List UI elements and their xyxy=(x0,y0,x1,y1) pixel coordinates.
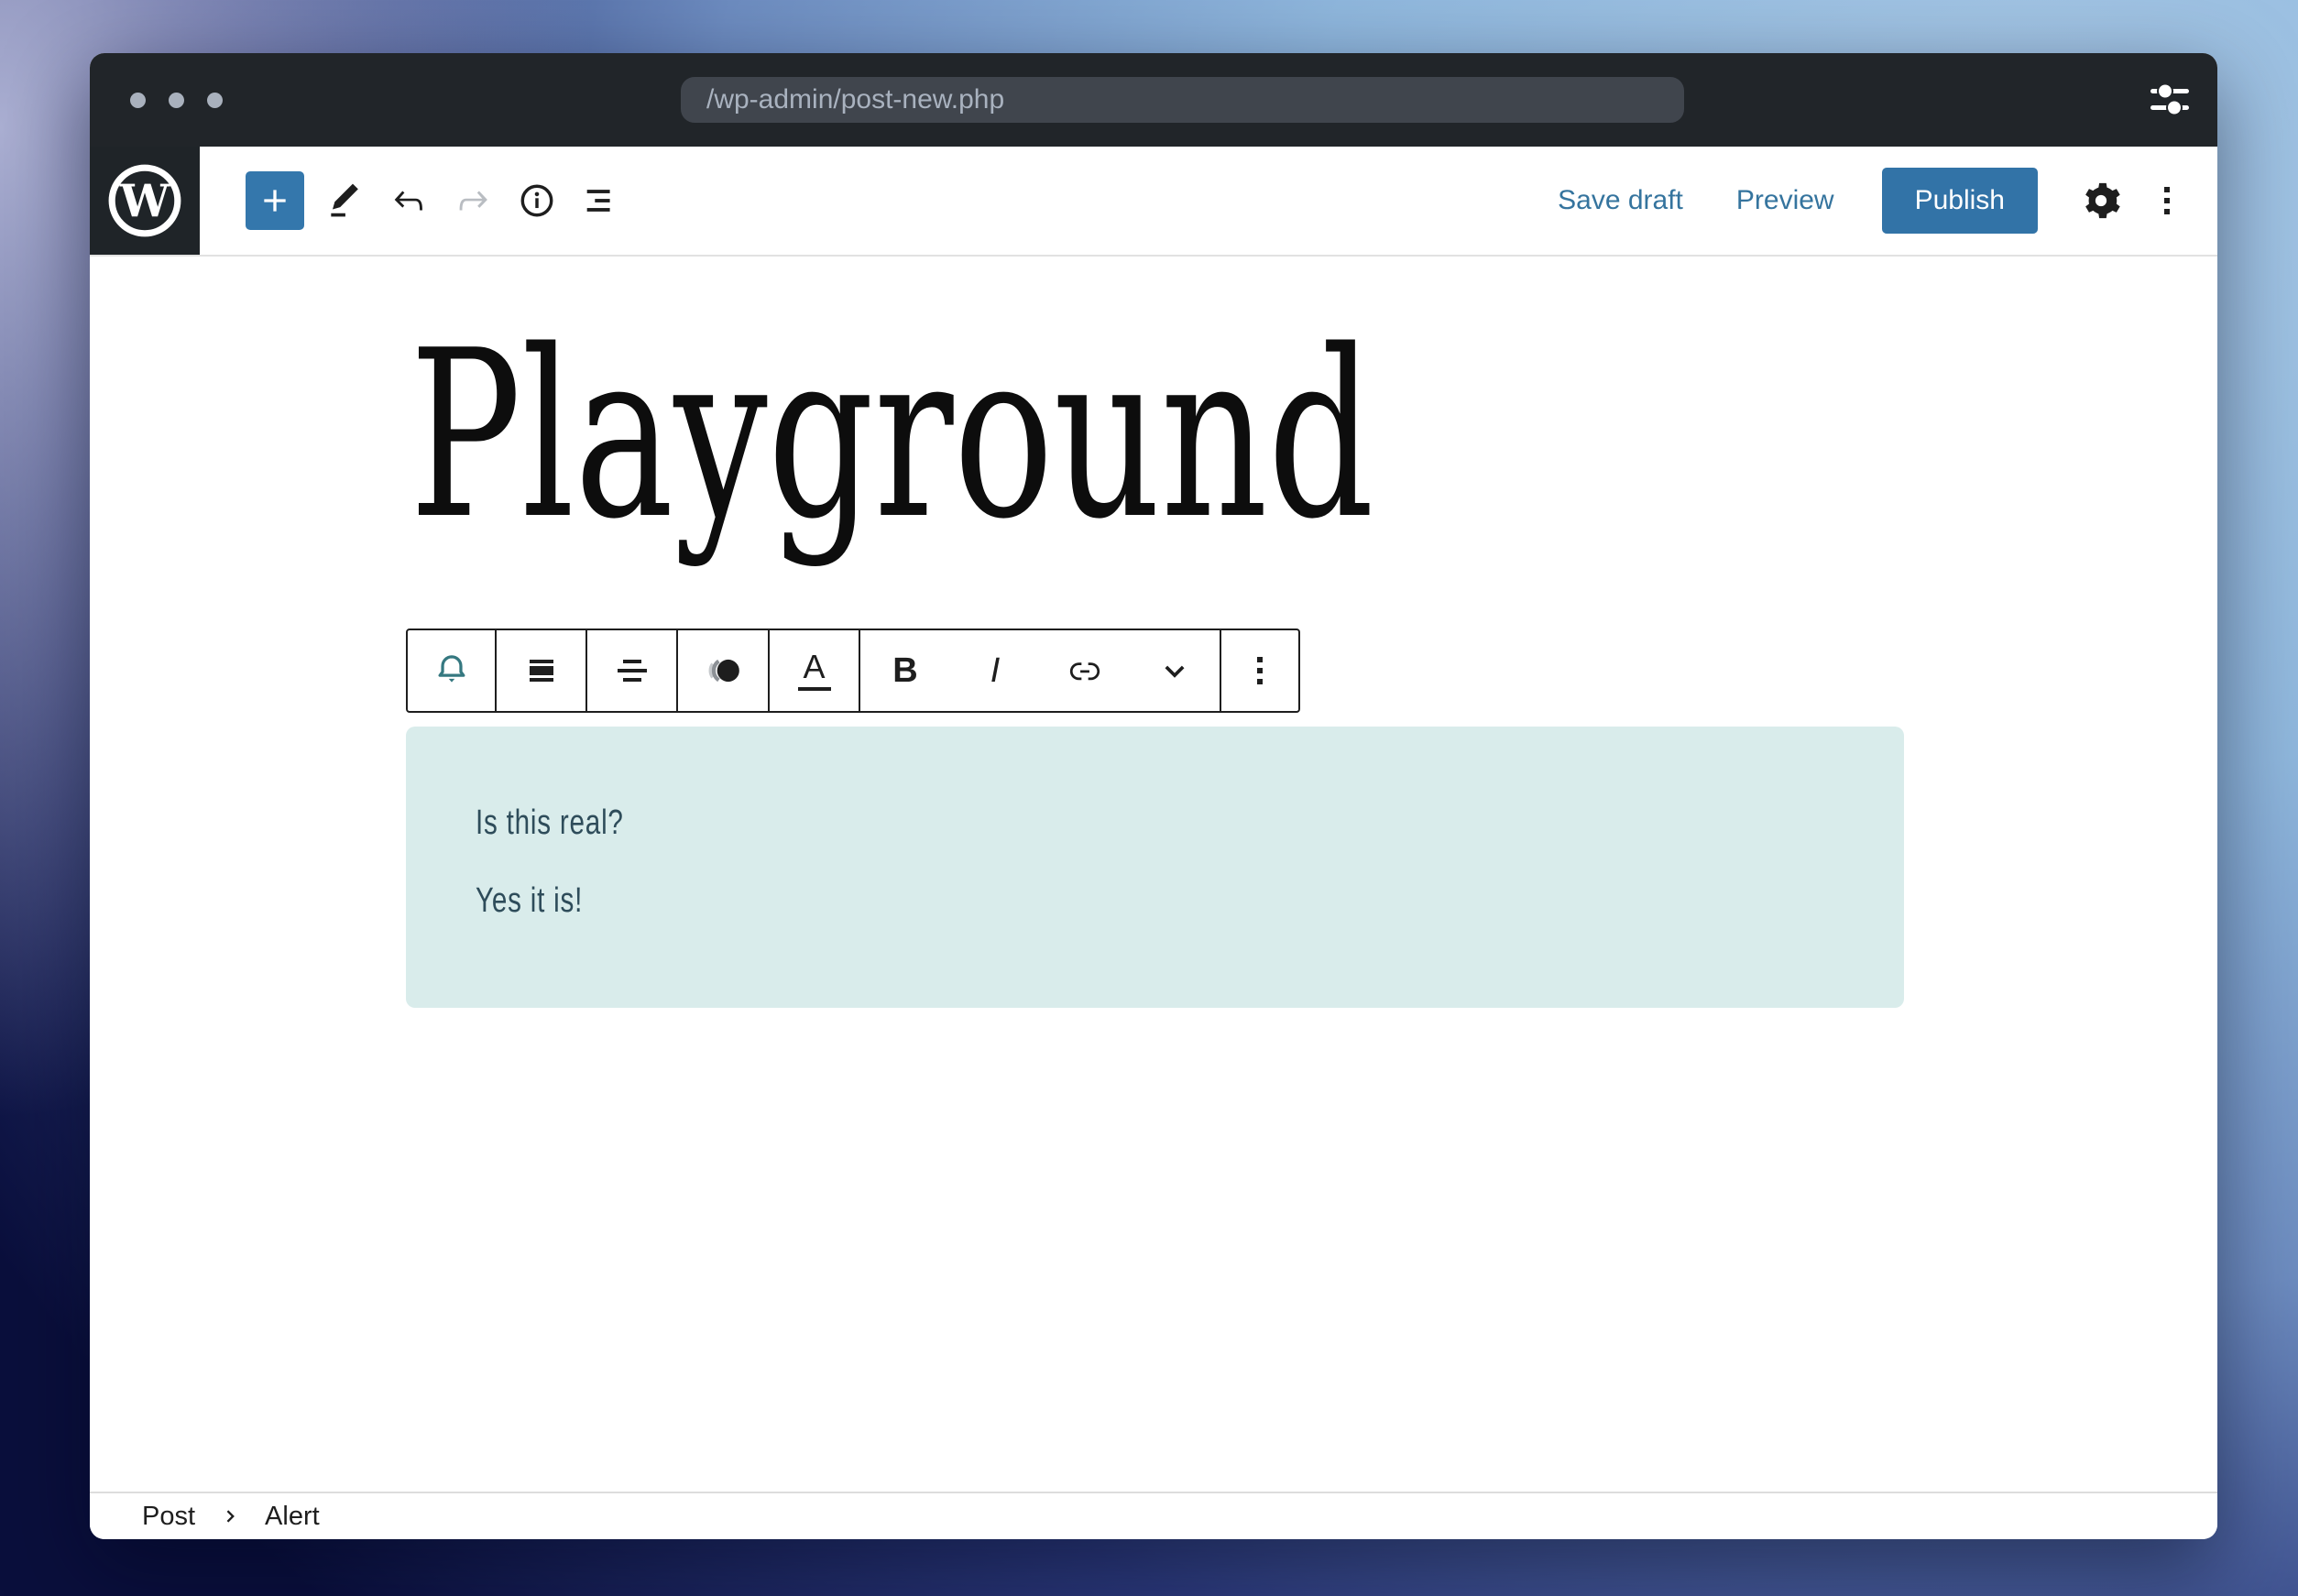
bell-icon xyxy=(438,655,465,683)
editor-toolbar: W Save draft Preview Publish xyxy=(90,147,2217,257)
save-draft-button[interactable]: Save draft xyxy=(1552,184,1689,217)
block-toolbar: A B I xyxy=(406,629,1300,713)
tools-button[interactable] xyxy=(321,171,368,230)
align-button[interactable] xyxy=(497,630,585,711)
italic-button[interactable]: I xyxy=(950,630,1040,711)
info-icon xyxy=(520,184,553,217)
redo-button[interactable] xyxy=(449,171,497,230)
kebab-icon xyxy=(1257,657,1263,662)
window-controls xyxy=(130,92,223,108)
wordpress-logo-button[interactable]: W xyxy=(90,147,200,255)
publish-button[interactable]: Publish xyxy=(1881,168,2038,234)
chevron-down-icon xyxy=(1165,665,1185,678)
alert-line[interactable]: Yes it is! xyxy=(476,881,1590,921)
text-color-icon: A xyxy=(803,648,826,685)
chevron-right-icon xyxy=(226,1510,235,1523)
post-title-input[interactable]: Playground xyxy=(410,314,1374,558)
undo-button[interactable] xyxy=(385,171,432,230)
motion-icon xyxy=(708,659,739,683)
animation-button[interactable] xyxy=(678,630,768,711)
block-inserter-button[interactable] xyxy=(246,171,304,230)
browser-settings-sliders-icon[interactable] xyxy=(2148,81,2192,119)
browser-window: /wp-admin/post-new.php W Save draft Prev… xyxy=(90,53,2217,1539)
bold-icon: B xyxy=(892,650,918,690)
redo-icon xyxy=(459,191,487,211)
list-view-button[interactable] xyxy=(577,171,625,230)
alert-block[interactable]: Is this real? Yes it is! xyxy=(406,727,1904,1008)
text-align-icon xyxy=(622,660,641,663)
url-text: /wp-admin/post-new.php xyxy=(706,84,1005,115)
undo-icon xyxy=(394,191,422,211)
editor-canvas: Playground A B I Is this real? Yes it is… xyxy=(90,257,2217,1492)
breadcrumb-alert[interactable]: Alert xyxy=(265,1502,320,1532)
window-titlebar: /wp-admin/post-new.php xyxy=(90,53,2217,147)
text-align-button[interactable] xyxy=(587,630,676,711)
window-maximize-button[interactable] xyxy=(207,92,223,108)
highlight-button[interactable]: A xyxy=(770,630,859,711)
wordpress-logo-icon: W xyxy=(108,164,181,237)
options-button[interactable] xyxy=(2164,187,2170,214)
list-view-icon xyxy=(586,190,610,212)
gear-icon xyxy=(2085,182,2120,219)
editor-header-actions: Save draft Preview Publish xyxy=(1552,168,2217,234)
url-bar[interactable]: /wp-admin/post-new.php xyxy=(681,77,1684,123)
alert-line[interactable]: Is this real? xyxy=(476,803,1590,843)
desktop-background: { "browser": { "url": "/wp-admin/post-ne… xyxy=(0,0,2298,1596)
link-button[interactable] xyxy=(1040,630,1130,711)
alert-block-type-button[interactable] xyxy=(408,630,495,711)
window-close-button[interactable] xyxy=(130,92,146,108)
preview-button[interactable]: Preview xyxy=(1731,184,1840,217)
link-icon xyxy=(1069,662,1100,681)
breadcrumb-post[interactable]: Post xyxy=(142,1502,195,1532)
more-rich-text-button[interactable] xyxy=(1130,630,1220,711)
kebab-icon xyxy=(2164,187,2170,192)
window-minimize-button[interactable] xyxy=(169,92,184,108)
align-icon xyxy=(529,660,553,663)
settings-button[interactable] xyxy=(2080,180,2122,222)
bold-button[interactable]: B xyxy=(860,630,950,711)
pencil-icon xyxy=(331,183,358,217)
details-button[interactable] xyxy=(513,171,561,230)
block-options-button[interactable] xyxy=(1221,630,1298,711)
plus-icon xyxy=(264,190,286,212)
breadcrumb: Post Alert xyxy=(90,1492,2217,1539)
italic-icon: I xyxy=(990,650,1001,690)
svg-text:W: W xyxy=(119,176,170,227)
